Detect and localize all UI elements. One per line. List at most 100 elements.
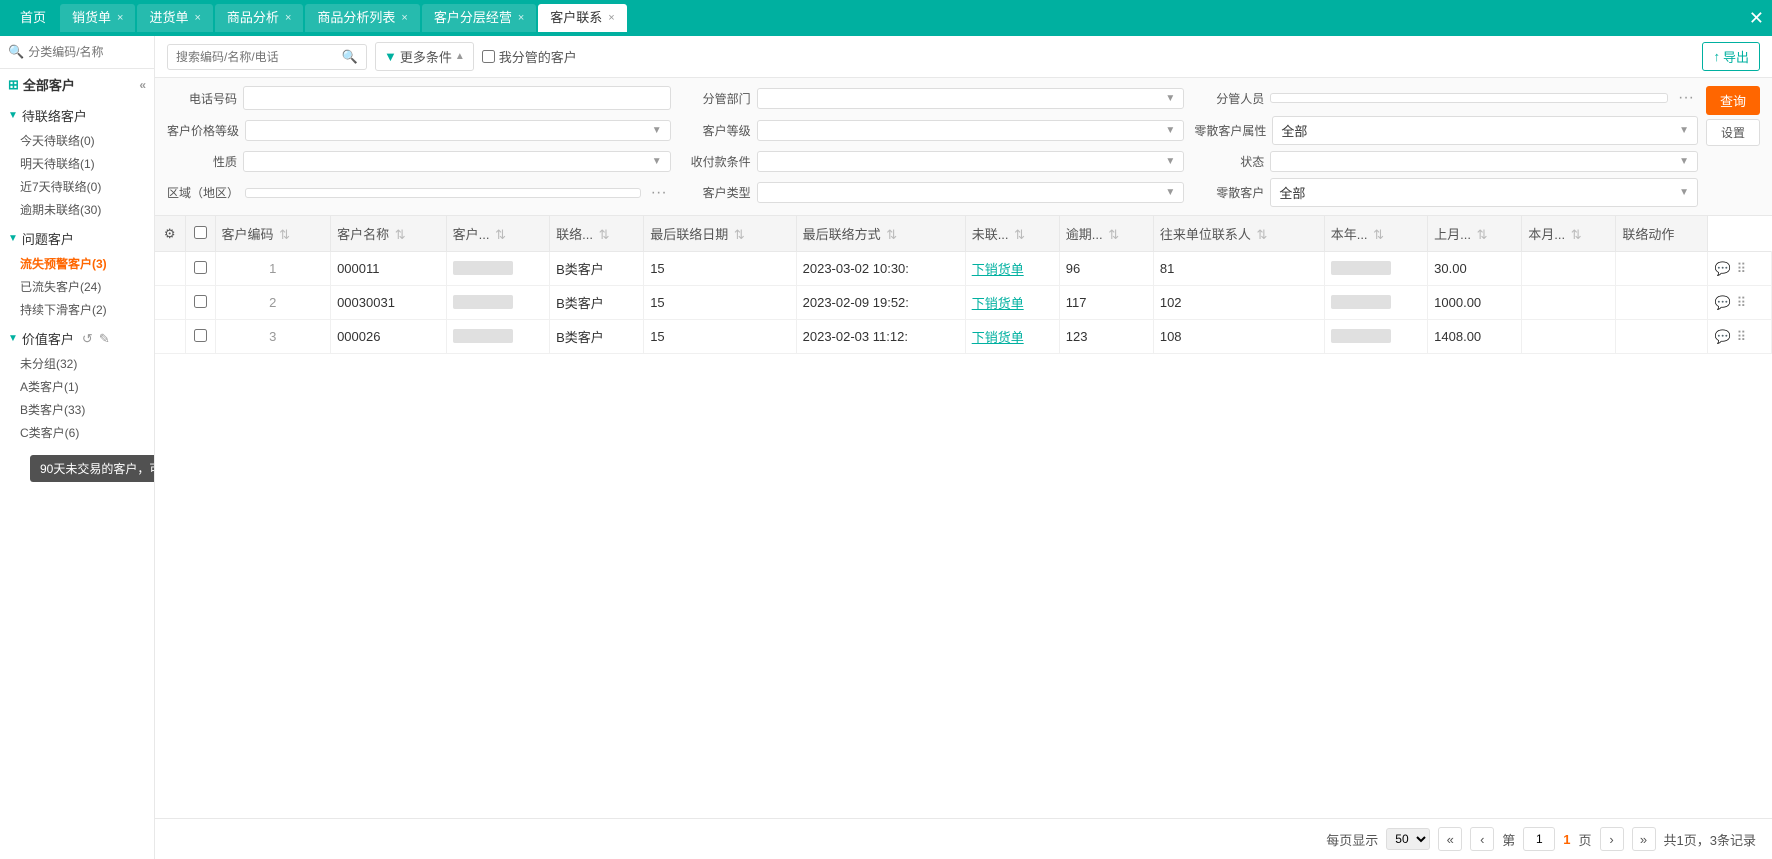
filter-retail-customer-select[interactable]: 全部 ▼ <box>1270 178 1698 207</box>
toolbar-search-box[interactable]: 🔍 <box>167 44 367 70</box>
sidebar-item-class-b[interactable]: B类客户(33) <box>0 398 154 421</box>
filter-manager-more-btn[interactable]: ··· <box>1674 89 1698 107</box>
th-person[interactable]: 往来单位联系人 ⇅ <box>1153 216 1324 252</box>
sidebar-item-churned[interactable]: 已流失客户(24) <box>0 275 154 298</box>
my-customers-checkbox[interactable]: 我分管的客户 <box>482 47 577 66</box>
tab-analysis[interactable]: 商品分析 × <box>215 4 303 32</box>
action-chat-icon[interactable]: 💬 <box>1714 295 1730 311</box>
first-page-btn[interactable]: « <box>1438 827 1462 851</box>
last-page-btn[interactable]: » <box>1632 827 1656 851</box>
tab-customer-layer-close[interactable]: × <box>518 4 524 32</box>
sidebar-item-declining[interactable]: 持续下滑客户(2) <box>0 298 154 321</box>
sidebar-item-churn-warning[interactable]: 流失预警客户(3) <box>0 252 154 275</box>
my-customers-check[interactable] <box>482 50 495 63</box>
filter-nature-select[interactable]: ▼ <box>243 151 671 172</box>
row-checkbox[interactable] <box>194 329 207 342</box>
filter-retail-attr-select[interactable]: 全部 ▼ <box>1272 116 1698 145</box>
toolbar-search-icon[interactable]: 🔍 <box>342 49 358 65</box>
row-last-method[interactable]: 下销货单 <box>965 252 1059 286</box>
th-last-date[interactable]: 最后联络日期 ⇅ <box>644 216 796 252</box>
row-check[interactable] <box>185 320 215 354</box>
sidebar-item-class-a[interactable]: A类客户(1) <box>0 375 154 398</box>
filter-price-grade-select[interactable]: ▼ <box>245 120 671 141</box>
row-actions[interactable]: 💬 ⠿ <box>1708 252 1772 286</box>
sidebar-search-icon[interactable]: 🔍 <box>8 44 24 60</box>
next-page-btn[interactable]: › <box>1600 827 1624 851</box>
filter-region-select[interactable] <box>245 188 641 198</box>
filter-payment-select[interactable]: ▼ <box>757 151 1185 172</box>
row-checkbox[interactable] <box>194 295 207 308</box>
prev-page-btn[interactable]: ‹ <box>1470 827 1494 851</box>
filter-manager-select[interactable] <box>1270 93 1668 103</box>
tab-customer-contact-close[interactable]: × <box>608 4 614 32</box>
filter-customer-grade-select[interactable]: ▼ <box>757 120 1185 141</box>
page-input[interactable] <box>1523 827 1555 851</box>
sidebar-group-problem-title[interactable]: ▼ 问题客户 <box>0 225 154 252</box>
row-check[interactable] <box>185 286 215 320</box>
sidebar-item-today[interactable]: 今天待联络(0) <box>0 129 154 152</box>
tab-customer-layer[interactable]: 客户分层经营 × <box>422 4 536 32</box>
sidebar-item-7days[interactable]: 近7天待联络(0) <box>0 175 154 198</box>
action-more-icon[interactable]: ⠿ <box>1737 329 1747 345</box>
row-last-method[interactable]: 下销货单 <box>965 286 1059 320</box>
th-overdue[interactable]: 逾期... ⇅ <box>1059 216 1153 252</box>
row-actions[interactable]: 💬 ⠿ <box>1708 286 1772 320</box>
settings-button[interactable]: 设置 <box>1706 119 1760 146</box>
per-page-select[interactable]: 50 <box>1386 828 1430 850</box>
row-actions[interactable]: 💬 ⠿ <box>1708 320 1772 354</box>
tab-analysis-close[interactable]: × <box>285 4 291 32</box>
tab-sales-close[interactable]: × <box>117 4 123 32</box>
collapse-btn[interactable]: « <box>139 78 146 92</box>
search-input[interactable] <box>176 50 338 64</box>
last-method-link[interactable]: 下销货单 <box>972 296 1024 311</box>
th-last-month[interactable]: 上月... ⇅ <box>1428 216 1522 252</box>
tab-home[interactable]: 首页 <box>8 4 58 32</box>
tab-analysis-list-close[interactable]: × <box>401 4 407 32</box>
action-more-icon[interactable]: ⠿ <box>1737 295 1747 311</box>
th-check[interactable] <box>185 216 215 252</box>
tab-purchase-close[interactable]: × <box>194 4 200 32</box>
tab-purchase[interactable]: 进货单 × <box>137 4 212 32</box>
sidebar-item-ungrouped[interactable]: 未分组(32) <box>0 352 154 375</box>
close-all-button[interactable]: ✕ <box>1749 8 1764 29</box>
sidebar-root[interactable]: ⊞ 全部客户 « <box>0 69 154 100</box>
last-method-link[interactable]: 下销货单 <box>972 330 1024 345</box>
sidebar-item-class-c[interactable]: C类客户(6) <box>0 421 154 444</box>
sidebar-group-pending-title[interactable]: ▼ 待联络客户 <box>0 102 154 129</box>
th-uncontacted[interactable]: 未联... ⇅ <box>965 216 1059 252</box>
tab-sales[interactable]: 销货单 × <box>60 4 135 32</box>
th-last-method[interactable]: 最后联络方式 ⇅ <box>796 216 965 252</box>
filter-customer-type-select[interactable]: ▼ <box>757 182 1185 203</box>
th-contact[interactable]: 联络... ⇅ <box>550 216 644 252</box>
export-button[interactable]: ↑ 导出 <box>1702 42 1760 71</box>
edit-icon[interactable]: ✎ <box>99 331 110 347</box>
action-more-icon[interactable]: ⠿ <box>1737 261 1747 277</box>
th-code[interactable]: 客户编码 ⇅ <box>215 216 331 252</box>
filter-button[interactable]: ▼ 更多条件 ▲ <box>375 42 474 71</box>
filter-dept-select[interactable]: ▼ <box>757 88 1185 109</box>
filter-phone-input[interactable] <box>243 86 671 110</box>
filter-status-select[interactable]: ▼ <box>1270 151 1698 172</box>
sidebar-group-value-title[interactable]: ▼ 价值客户 ↺ ✎ <box>0 325 154 352</box>
sidebar-item-tomorrow[interactable]: 明天待联络(1) <box>0 152 154 175</box>
th-this-year[interactable]: 本年... ⇅ <box>1324 216 1427 252</box>
row-check[interactable] <box>185 252 215 286</box>
query-button[interactable]: 查询 <box>1706 86 1760 115</box>
tab-analysis-list[interactable]: 商品分析列表 × <box>305 4 419 32</box>
th-name[interactable]: 客户名称 ⇅ <box>331 216 447 252</box>
refresh-icon[interactable]: ↺ <box>82 331 93 347</box>
th-this-month[interactable]: 本月... ⇅ <box>1522 216 1616 252</box>
select-all-checkbox[interactable] <box>194 226 207 239</box>
row-last-method[interactable]: 下销货单 <box>965 320 1059 354</box>
th-type[interactable]: 客户... ⇅ <box>446 216 549 252</box>
action-chat-icon[interactable]: 💬 <box>1714 329 1730 345</box>
last-method-link[interactable]: 下销货单 <box>972 262 1024 277</box>
filter-region-more-btn[interactable]: ··· <box>647 184 671 202</box>
tab-customer-contact[interactable]: 客户联系 × <box>538 4 626 32</box>
action-chat-icon[interactable]: 💬 <box>1714 261 1730 277</box>
th-gear[interactable]: ⚙ <box>155 216 185 252</box>
row-checkbox[interactable] <box>194 261 207 274</box>
table-container[interactable]: ⚙ 客户编码 ⇅ 客户名称 ⇅ 客户... ⇅ 联络... ⇅ 最后联络日期 ⇅… <box>155 216 1772 818</box>
sidebar-search-input[interactable] <box>28 45 146 59</box>
sidebar-item-overdue[interactable]: 逾期未联络(30) <box>0 198 154 221</box>
